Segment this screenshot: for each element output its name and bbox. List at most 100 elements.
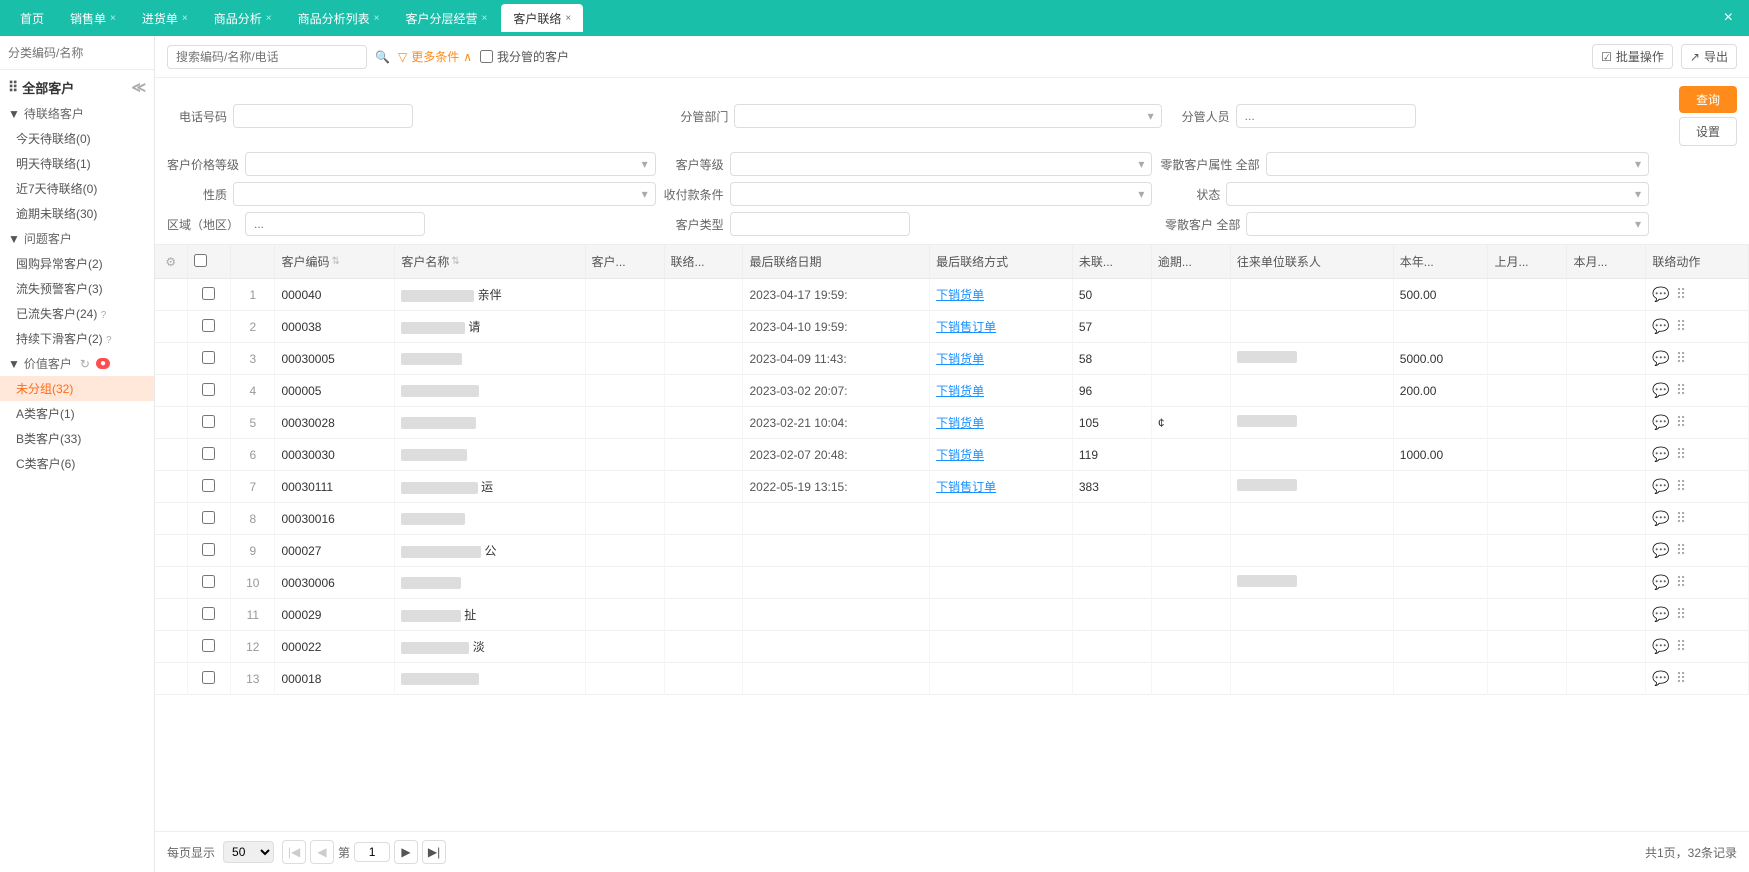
region-input[interactable] [245,212,425,236]
message-icon[interactable]: 💬 [1652,510,1669,527]
row-checkbox[interactable] [202,543,215,556]
contact-method-link[interactable]: 下销货单 [936,288,984,302]
row-checkbox[interactable] [202,639,215,652]
message-icon[interactable]: 💬 [1652,286,1669,303]
row-checkbox[interactable] [202,447,215,460]
close-tab-product-list[interactable]: × [374,13,380,24]
settings-icon[interactable]: ⚙ [165,255,176,269]
close-tab-sales[interactable]: × [110,13,116,24]
group-value-customers[interactable]: ▼ 价值客户 ↻ ● [0,351,154,376]
tab-customer-tier[interactable]: 客户分层经营 × [393,4,499,32]
row-checkbox[interactable] [202,671,215,684]
next-page-btn[interactable]: ▶ [394,840,418,864]
sidebar-item-class-b[interactable]: B类客户(33) [0,426,154,451]
grid-action-icon[interactable]: ⠿ [1676,670,1686,687]
sidebar-item-ungroup[interactable]: 未分组(32) [0,376,154,401]
tab-purchase[interactable]: 进货单 × [130,4,200,32]
row-checkbox[interactable] [202,575,215,588]
my-customers-checkbox[interactable] [480,50,493,63]
batch-ops-btn[interactable]: ☑ 批量操作 [1592,44,1673,69]
row-checkbox[interactable] [202,383,215,396]
close-tab-purchase[interactable]: × [182,13,188,24]
per-page-select[interactable]: 50 100 200 [223,841,274,863]
close-tab-customer-tier[interactable]: × [481,13,487,24]
sidebar-item-overdue[interactable]: 逾期未联络(30) [0,201,154,226]
phone-input[interactable] [233,104,413,128]
message-icon[interactable]: 💬 [1652,670,1669,687]
sidebar-item-class-a[interactable]: A类客户(1) [0,401,154,426]
manager-input[interactable] [1236,104,1416,128]
row-checkbox[interactable] [202,511,215,524]
nature-select[interactable] [233,182,656,206]
close-tab-customer-contact[interactable]: × [565,13,571,24]
message-icon[interactable]: 💬 [1652,318,1669,335]
tab-product-list[interactable]: 商品分析列表 × [286,4,392,32]
first-page-btn[interactable]: |◀ [282,840,306,864]
contact-method-link[interactable]: 下销售订单 [936,480,996,494]
grid-action-icon[interactable]: ⠿ [1676,350,1686,367]
row-checkbox[interactable] [202,351,215,364]
row-checkbox[interactable] [202,607,215,620]
close-all-tabs[interactable]: × [1716,9,1741,27]
all-customers-header[interactable]: ⠿ 全部客户 ≪ [0,70,154,101]
page-number-input[interactable] [354,842,390,862]
close-tab-product-analysis[interactable]: × [266,13,272,24]
group-problem-customers[interactable]: ▼ 问题客户 [0,226,154,251]
customer-level-select[interactable] [730,152,1153,176]
status-select[interactable] [1226,182,1649,206]
sidebar-item-declining[interactable]: 持续下滑客户(2) ? [0,326,154,351]
row-checkbox[interactable] [202,319,215,332]
search-input[interactable] [167,45,367,69]
grid-action-icon[interactable]: ⠿ [1676,382,1686,399]
grid-action-icon[interactable]: ⠿ [1676,606,1686,623]
message-icon[interactable]: 💬 [1652,350,1669,367]
grid-action-icon[interactable]: ⠿ [1676,638,1686,655]
message-icon[interactable]: 💬 [1652,446,1669,463]
tab-home[interactable]: 首页 [8,4,56,32]
last-page-btn[interactable]: ▶| [422,840,446,864]
select-all-checkbox[interactable] [194,254,207,267]
contact-method-link[interactable]: 下销货单 [936,352,984,366]
row-checkbox[interactable] [202,479,215,492]
tab-product-analysis[interactable]: 商品分析 × [202,4,284,32]
prev-page-btn[interactable]: ◀ [310,840,334,864]
tab-sales[interactable]: 销售单 × [58,4,128,32]
message-icon[interactable]: 💬 [1652,382,1669,399]
reset-btn[interactable]: 设置 [1679,117,1737,146]
message-icon[interactable]: 💬 [1652,574,1669,591]
sidebar-item-churn-warning[interactable]: 流失预警客户(3) [0,276,154,301]
group-pending-contact[interactable]: ▼ 待联络客户 [0,101,154,126]
dept-select[interactable] [734,104,1161,128]
search-btn-icon[interactable]: 🔍 [375,50,390,64]
row-checkbox[interactable] [202,415,215,428]
sort-icon-name[interactable]: ⇅ [451,256,459,267]
sidebar-item-tomorrow[interactable]: 明天待联络(1) [0,151,154,176]
grid-action-icon[interactable]: ⠿ [1676,510,1686,527]
message-icon[interactable]: 💬 [1652,478,1669,495]
sort-icon-code[interactable]: ⇅ [331,256,339,267]
more-filters-btn[interactable]: ▽ 更多条件 ∧ [398,48,472,65]
grid-action-icon[interactable]: ⠿ [1676,414,1686,431]
message-icon[interactable]: 💬 [1652,606,1669,623]
collapse-sidebar-icon[interactable]: ≪ [131,79,146,96]
query-btn[interactable]: 查询 [1679,86,1737,113]
grid-action-icon[interactable]: ⠿ [1676,478,1686,495]
export-btn[interactable]: ↗ 导出 [1681,44,1737,69]
sidebar-item-7days[interactable]: 近7天待联络(0) [0,176,154,201]
th-settings[interactable]: ⚙ [155,245,187,279]
tab-customer-contact[interactable]: 客户联络 × [501,4,583,32]
price-level-select[interactable] [245,152,656,176]
scatter-attr-select[interactable] [1266,152,1649,176]
sidebar-item-class-c[interactable]: C类客户(6) [0,451,154,476]
customer-type-input[interactable] [730,212,910,236]
contact-method-link[interactable]: 下销货单 [936,416,984,430]
sidebar-item-today[interactable]: 今天待联络(0) [0,126,154,151]
message-icon[interactable]: 💬 [1652,542,1669,559]
sidebar-item-hoarding[interactable]: 囤购异常客户(2) [0,251,154,276]
message-icon[interactable]: 💬 [1652,638,1669,655]
grid-action-icon[interactable]: ⠿ [1676,542,1686,559]
message-icon[interactable]: 💬 [1652,414,1669,431]
contact-method-link[interactable]: 下销货单 [936,448,984,462]
sidebar-item-churned[interactable]: 已流失客户(24) ? [0,301,154,326]
grid-action-icon[interactable]: ⠿ [1676,574,1686,591]
